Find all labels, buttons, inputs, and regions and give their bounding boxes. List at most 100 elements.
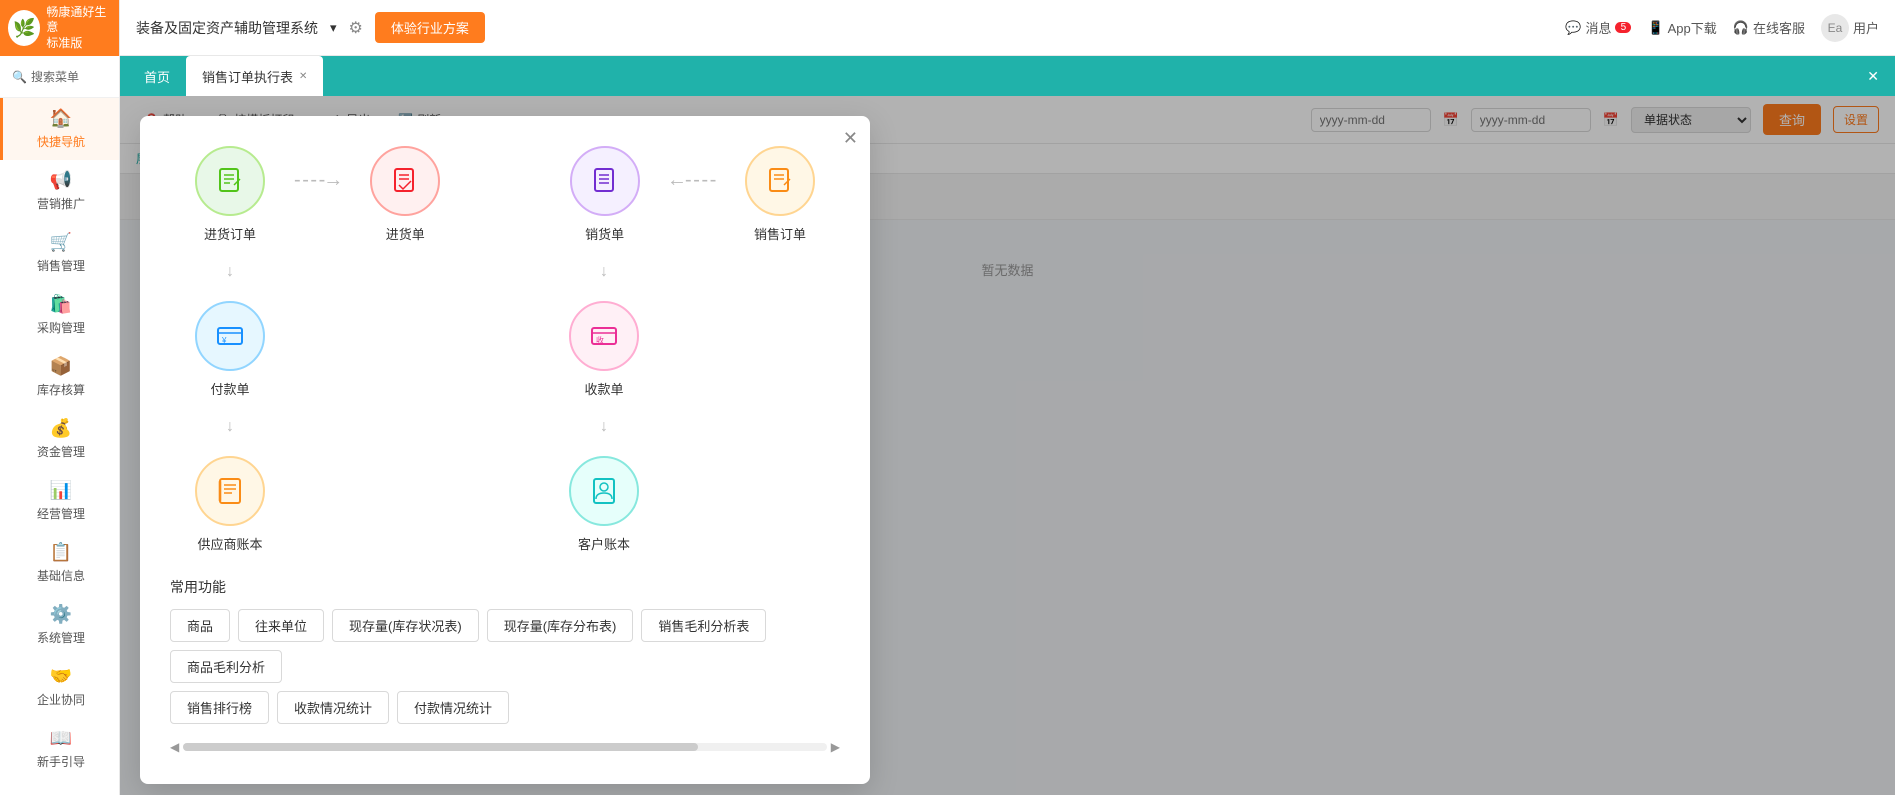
tab-maximize-icon[interactable]: ✕ — [1867, 68, 1879, 84]
modal-scrollbar: ◀ ▶ — [170, 740, 840, 754]
experience-btn[interactable]: 体验行业方案 — [375, 12, 485, 43]
payment-bill-icon: ¥ — [195, 301, 265, 371]
purchase-bill-label: 进货单 — [386, 224, 425, 243]
avatar: Ea — [1821, 14, 1849, 42]
modal-close-button[interactable]: ✕ — [843, 128, 858, 149]
func-btn-sales-rank[interactable]: 销售排行榜 — [170, 691, 269, 724]
search-menu-button[interactable]: 🔍 搜索菜单 — [8, 64, 111, 89]
flow-item-receipt-bill[interactable]: 收 收款单 — [544, 301, 664, 398]
basic-info-icon: 📋 — [50, 542, 72, 563]
sidebar-item-inventory[interactable]: 📦 库存核算 — [0, 346, 119, 408]
flow-row-1: 进货订单 - - - -→ 进货单 — [170, 146, 840, 243]
main-content: 装备及固定资产辅助管理系统 ▾ ⚙ 体验行业方案 💬 消息 5 📱 App下载 … — [120, 0, 1895, 795]
sidebar-item-quick-nav[interactable]: 🏠 快捷导航 — [0, 98, 119, 160]
online-service-btn[interactable]: 🎧 在线客服 — [1733, 18, 1805, 37]
topbar: 装备及固定资产辅助管理系统 ▾ ⚙ 体验行业方案 💬 消息 5 📱 App下载 … — [120, 0, 1895, 56]
scrollbar-left-arrow[interactable]: ◀ — [170, 740, 179, 754]
function-buttons-row-1: 商品 往来单位 现存量(库存状况表) 现存量(库存分布表) 销售毛利分析表 商品… — [170, 609, 840, 683]
tabbar: 首页 销售订单执行表 ✕ ✕ — [120, 56, 1895, 96]
flow-down-arrows-row: ↓ ↓ — [170, 263, 840, 281]
finance-icon: 💰 — [50, 418, 72, 439]
sales-icon: 🛒 — [50, 232, 72, 253]
logo-icon: 🌿 — [8, 10, 40, 46]
scrollbar-right-arrow[interactable]: ▶ — [831, 740, 840, 754]
search-icon: 🔍 — [12, 70, 27, 84]
user-profile[interactable]: Ea 用户 — [1821, 14, 1879, 42]
ops-icon: 📊 — [50, 480, 72, 501]
flow-down-arrows-row-2: ↓ ↓ — [170, 418, 840, 436]
flow-item-sales-order[interactable]: 销售订单 — [720, 146, 840, 243]
down-arrow-sales: ↓ — [600, 263, 608, 281]
message-badge: 5 — [1615, 22, 1631, 33]
sidebar-search[interactable]: 🔍 搜索菜单 — [0, 56, 119, 98]
purchase-order-label: 进货订单 — [204, 224, 256, 243]
sidebar-item-enterprise[interactable]: 🤝 企业协同 — [0, 656, 119, 718]
inventory-icon: 📦 — [50, 356, 72, 377]
receipt-bill-icon: 收 — [569, 301, 639, 371]
scrollbar-track[interactable] — [183, 743, 827, 751]
tab-home[interactable]: 首页 — [128, 56, 186, 96]
supplier-ledger-icon — [195, 456, 265, 526]
customer-ledger-icon — [569, 456, 639, 526]
scrollbar-thumb[interactable] — [183, 743, 698, 751]
purchase-bill-icon — [370, 146, 440, 216]
func-btn-stock-dist[interactable]: 现存量(库存分布表) — [487, 609, 634, 642]
svg-text:¥: ¥ — [221, 336, 227, 345]
dropdown-arrow-icon: ▾ — [330, 20, 337, 36]
home-icon: 🏠 — [50, 108, 72, 129]
settings-gear-icon[interactable]: ⚙ — [349, 18, 363, 38]
sales-bill-label: 销货单 — [585, 224, 624, 243]
function-buttons-row-2: 销售排行榜 收款情况统计 付款情况统计 — [170, 691, 840, 724]
purchase-icon: 🛍️ — [50, 294, 72, 315]
tab-close-icon[interactable]: ✕ — [299, 71, 307, 82]
flow-item-supplier-ledger[interactable]: 供应商账本 — [170, 456, 290, 553]
modal-overlay[interactable]: ✕ 进货订单 - - - -→ — [120, 96, 1895, 795]
down-arrow-payment: ↓ — [226, 418, 234, 436]
purchase-order-icon — [195, 146, 265, 216]
sidebar-logo: 🌿 畅康通好生意 标准版 — [0, 0, 119, 56]
svg-text:收: 收 — [596, 335, 604, 345]
func-btn-counterpart[interactable]: 往来单位 — [238, 609, 324, 642]
sidebar-nav: 🏠 快捷导航 📢 营销推广 🛒 销售管理 🛍️ 采购管理 📦 库存核算 💰 资金… — [0, 98, 119, 795]
sales-order-icon — [745, 146, 815, 216]
func-btn-goods-margin[interactable]: 商品毛利分析 — [170, 650, 282, 683]
app-download-btn[interactable]: 📱 App下载 — [1647, 18, 1716, 37]
sidebar-item-finance[interactable]: 💰 资金管理 — [0, 408, 119, 470]
payment-bill-label: 付款单 — [210, 379, 249, 398]
sidebar-item-ops[interactable]: 📊 经营管理 — [0, 470, 119, 532]
flow-item-purchase-bill[interactable]: 进货单 — [345, 146, 465, 243]
phone-icon: 📱 — [1647, 20, 1663, 36]
flow-item-customer-ledger[interactable]: 客户账本 — [544, 456, 664, 553]
topbar-right: 💬 消息 5 📱 App下载 🎧 在线客服 Ea 用户 — [1565, 14, 1879, 42]
func-btn-payment-stats[interactable]: 付款情况统计 — [397, 691, 509, 724]
topbar-dropdown[interactable]: ▾ — [330, 20, 337, 36]
common-functions-title: 常用功能 — [170, 577, 840, 597]
content-area: ❓ 帮助 🖨 按模板打印 ▾ ⬆ 导出 🔄 刷新 📅 📅 单据状态 — [120, 96, 1895, 795]
sidebar-item-system[interactable]: ⚙️ 系统管理 — [0, 594, 119, 656]
supplier-ledger-label: 供应商账本 — [197, 534, 262, 553]
receipt-bill-label: 收款单 — [584, 379, 623, 398]
down-arrow-purchase: ↓ — [226, 263, 234, 281]
flow-item-purchase-order[interactable]: 进货订单 — [170, 146, 290, 243]
flow-item-sales-bill[interactable]: 销货单 — [545, 146, 665, 243]
sidebar-item-marketing[interactable]: 📢 营销推广 — [0, 160, 119, 222]
sidebar-item-newbie[interactable]: 📖 新手引导 — [0, 718, 119, 780]
flow-item-payment-bill[interactable]: ¥ 付款单 — [170, 301, 290, 398]
tab-sales-order-exec[interactable]: 销售订单执行表 ✕ — [186, 56, 323, 96]
sidebar-item-sales[interactable]: 🛒 销售管理 — [0, 222, 119, 284]
message-btn[interactable]: 💬 消息 5 — [1565, 18, 1631, 37]
common-functions: 常用功能 商品 往来单位 现存量(库存状况表) 现存量(库存分布表) 销售毛利分… — [170, 577, 840, 724]
sales-order-label: 销售订单 — [754, 224, 806, 243]
func-btn-receipt-stats[interactable]: 收款情况统计 — [277, 691, 389, 724]
sidebar-item-purchase[interactable]: 🛍️ 采购管理 — [0, 284, 119, 346]
system-icon: ⚙️ — [50, 604, 72, 625]
flow-row-2: ¥ 付款单 收 收款单 — [170, 301, 840, 398]
sidebar-item-basic-info[interactable]: 📋 基础信息 — [0, 532, 119, 594]
arrow-purchase-to-bill: - - - -→ — [290, 169, 345, 192]
sales-bill-icon — [570, 146, 640, 216]
func-btn-stock-status[interactable]: 现存量(库存状况表) — [332, 609, 479, 642]
func-btn-sales-margin[interactable]: 销售毛利分析表 — [641, 609, 766, 642]
func-btn-goods[interactable]: 商品 — [170, 609, 230, 642]
flow-row-3: 供应商账本 客户账本 — [170, 456, 840, 553]
enterprise-icon: 🤝 — [50, 666, 72, 687]
